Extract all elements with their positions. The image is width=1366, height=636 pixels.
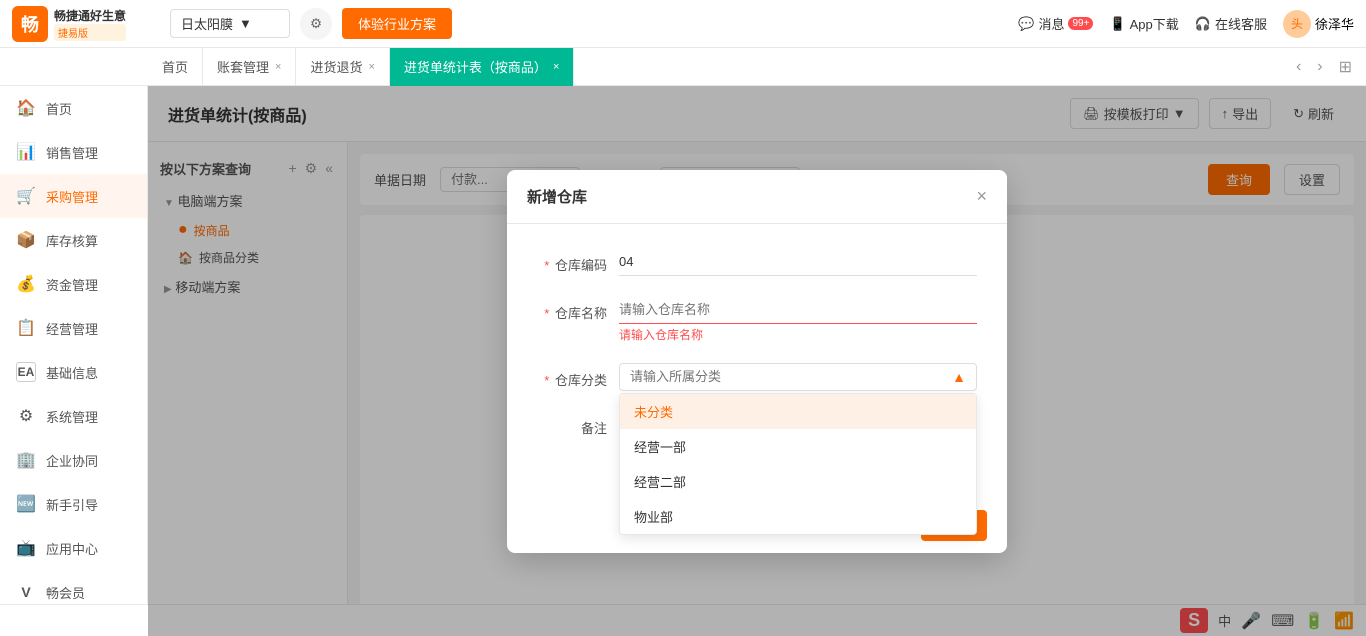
sidebar-item-appcenter[interactable]: 📺 应用中心 bbox=[0, 526, 147, 570]
dropdown-item-2[interactable]: 经营二部 bbox=[620, 464, 976, 499]
guide-icon: 🆕 bbox=[16, 494, 36, 514]
notification-button[interactable]: 💬 消息 99+ bbox=[1018, 14, 1093, 33]
headset-icon: 🎧 bbox=[1195, 16, 1211, 32]
modal-overlay: 新增仓库 × * 仓库编码 * bbox=[148, 86, 1366, 636]
user-area[interactable]: 头 徐泽华 bbox=[1283, 10, 1354, 38]
dropdown-item-3[interactable]: 物业部 bbox=[620, 499, 976, 534]
home-icon: 🏠 bbox=[16, 98, 36, 118]
operations-icon: 📋 bbox=[16, 318, 36, 338]
form-row-code: * 仓库编码 bbox=[537, 248, 977, 276]
category-arrow-icon[interactable]: ▲ bbox=[952, 369, 966, 385]
tab-close-accounts[interactable]: × bbox=[275, 61, 281, 73]
chevron-down-icon: ▼ bbox=[239, 16, 252, 31]
appcenter-icon: 📺 bbox=[16, 538, 36, 558]
sidebar-item-enterprise[interactable]: 🏢 企业协同 bbox=[0, 438, 147, 482]
code-label: * 仓库编码 bbox=[537, 248, 607, 274]
tab-menu-button[interactable]: ⊞ bbox=[1333, 55, 1358, 79]
dropdown-item-1[interactable]: 经营一部 bbox=[620, 429, 976, 464]
category-input[interactable] bbox=[630, 369, 946, 384]
category-input-row[interactable]: ▲ bbox=[619, 363, 977, 391]
form-row-name: * 仓库名称 请输入仓库名称 bbox=[537, 296, 977, 343]
basic-icon: EA bbox=[16, 362, 36, 382]
category-label: * 仓库分类 bbox=[537, 363, 607, 389]
sales-icon: 📊 bbox=[16, 142, 36, 162]
form-row-category: * 仓库分类 ▲ 未分类 经营一部 经 bbox=[537, 363, 977, 391]
sidebar-item-system[interactable]: ⚙ 系统管理 bbox=[0, 394, 147, 438]
sidebar-item-basic[interactable]: EA 基础信息 bbox=[0, 350, 147, 394]
logo-area: 畅 畅捷通好生意 捷易版 bbox=[12, 6, 160, 42]
tab-bar: 首页 账套管理 × 进货退货 × 进货单统计表（按商品） × ‹ › ⊞ bbox=[0, 48, 1366, 86]
tab-purchase-return[interactable]: 进货退货 × bbox=[296, 48, 389, 86]
name-error-msg: 请输入仓库名称 bbox=[619, 326, 977, 343]
modal-close-button[interactable]: × bbox=[976, 186, 987, 207]
modal-body: * 仓库编码 * 仓库名称 请输入仓库名称 bbox=[507, 224, 1007, 498]
system-icon: ⚙ bbox=[16, 406, 36, 426]
settings-icon-button[interactable]: ⚙ bbox=[300, 8, 332, 40]
tab-prev-button[interactable]: ‹ bbox=[1290, 56, 1307, 78]
sidebar-item-finance[interactable]: 💰 资金管理 bbox=[0, 262, 147, 306]
modal-new-warehouse: 新增仓库 × * 仓库编码 * bbox=[507, 170, 1007, 553]
inventory-icon: 📦 bbox=[16, 230, 36, 250]
enterprise-icon: 🏢 bbox=[16, 450, 36, 470]
tab-purchase-stats[interactable]: 进货单统计表（按商品） × bbox=[390, 48, 574, 86]
avatar: 头 bbox=[1283, 10, 1311, 38]
sidebar-item-operations[interactable]: 📋 经营管理 bbox=[0, 306, 147, 350]
header-right: 💬 消息 99+ 📱 App下载 🎧 在线客服 头 徐泽华 bbox=[1018, 10, 1354, 38]
tab-home[interactable]: 首页 bbox=[148, 48, 203, 86]
name-label: * 仓库名称 bbox=[537, 296, 607, 322]
logo-icon: 畅 bbox=[12, 6, 48, 42]
modal-header: 新增仓库 × bbox=[507, 170, 1007, 224]
vip-icon: V bbox=[16, 582, 36, 602]
modal-title: 新增仓库 bbox=[527, 186, 587, 207]
trial-button[interactable]: 体验行业方案 bbox=[342, 8, 452, 39]
logo-text: 畅捷通好生意 捷易版 bbox=[54, 7, 126, 41]
content-area: 进货单统计(按商品) 🖨 按模板打印 ▼ ↑ 导出 ↻ 刷新 bbox=[148, 86, 1366, 636]
dropdown-item-0[interactable]: 未分类 bbox=[620, 394, 976, 429]
name-field-wrap: 请输入仓库名称 bbox=[619, 296, 977, 343]
sidebar-item-home[interactable]: 🏠 首页 bbox=[0, 86, 147, 130]
main-layout: 🏠 首页 📊 销售管理 🛒 采购管理 📦 库存核算 💰 资金管理 📋 经营管理 … bbox=[0, 86, 1366, 636]
notification-icon: 💬 bbox=[1018, 16, 1034, 32]
tab-close-purchase-return[interactable]: × bbox=[368, 61, 374, 73]
sidebar: 🏠 首页 📊 销售管理 🛒 采购管理 📦 库存核算 💰 资金管理 📋 经营管理 … bbox=[0, 86, 148, 636]
top-header: 畅 畅捷通好生意 捷易版 日太阳膜 ▼ ⚙ 体验行业方案 💬 消息 99+ 📱 … bbox=[0, 0, 1366, 48]
finance-icon: 💰 bbox=[16, 274, 36, 294]
sidebar-item-guide[interactable]: 🆕 新手引导 bbox=[0, 482, 147, 526]
code-input[interactable] bbox=[619, 248, 977, 276]
store-selector[interactable]: 日太阳膜 ▼ bbox=[170, 9, 290, 38]
purchase-icon: 🛒 bbox=[16, 186, 36, 206]
notes-label: 备注 bbox=[537, 411, 607, 437]
category-selector: ▲ 未分类 经营一部 经营二部 物业部 bbox=[619, 363, 977, 391]
tab-next-button[interactable]: › bbox=[1311, 56, 1328, 78]
sidebar-item-sales[interactable]: 📊 销售管理 bbox=[0, 130, 147, 174]
name-input[interactable] bbox=[619, 296, 977, 324]
tab-accounts[interactable]: 账套管理 × bbox=[203, 48, 296, 86]
tab-controls: ‹ › ⊞ bbox=[1290, 55, 1366, 79]
sidebar-item-purchase[interactable]: 🛒 采购管理 bbox=[0, 174, 147, 218]
tab-close-purchase-stats[interactable]: × bbox=[553, 61, 559, 73]
sidebar-item-inventory[interactable]: 📦 库存核算 bbox=[0, 218, 147, 262]
app-download-button[interactable]: 📱 App下载 bbox=[1109, 14, 1178, 33]
online-service-button[interactable]: 🎧 在线客服 bbox=[1195, 14, 1267, 33]
category-dropdown: 未分类 经营一部 经营二部 物业部 bbox=[619, 393, 977, 535]
mobile-icon: 📱 bbox=[1109, 16, 1125, 32]
